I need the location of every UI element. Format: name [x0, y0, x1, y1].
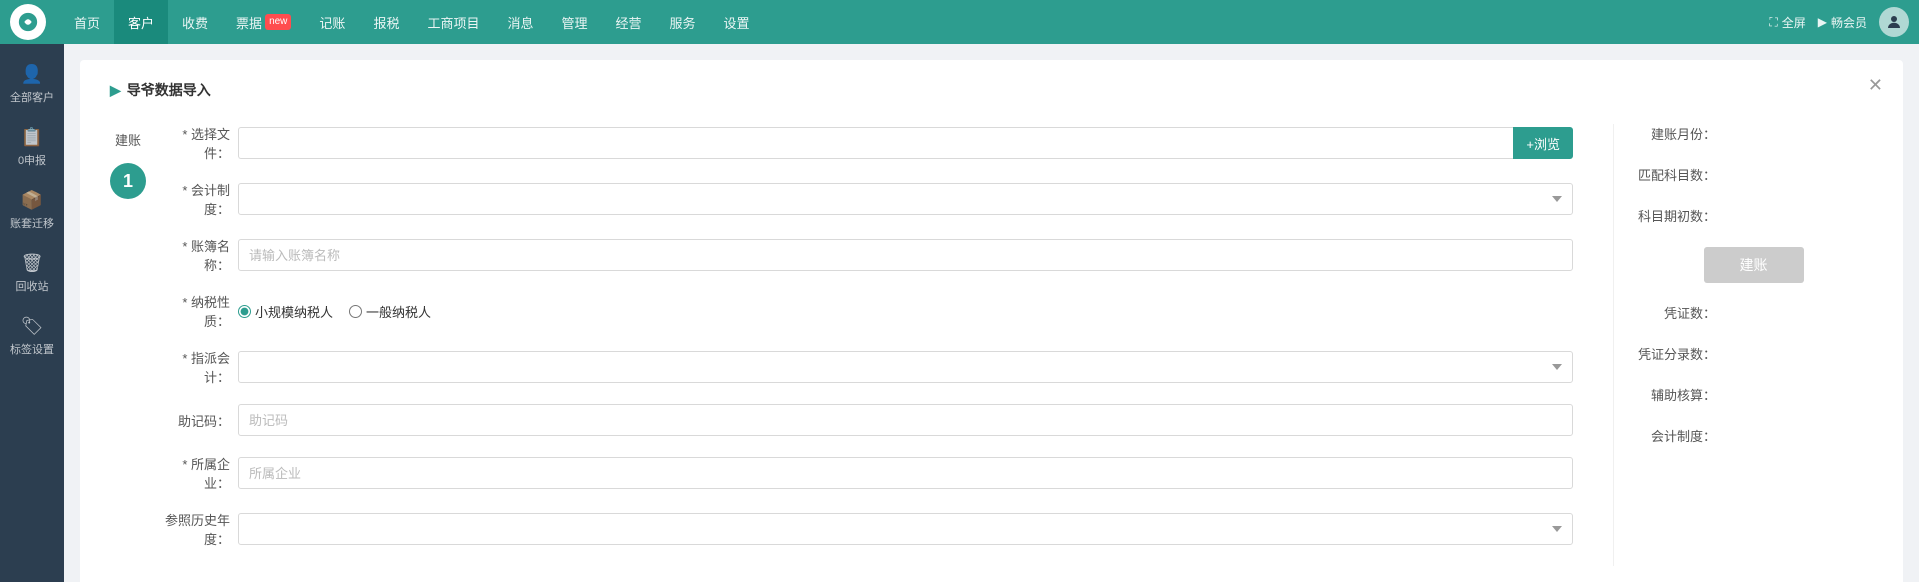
voucher-record-label: 凭证分录数：	[1634, 344, 1724, 363]
vip-btn[interactable]: ▶ 畅会员	[1818, 14, 1867, 31]
subject-initial-label: 科目期初数：	[1634, 206, 1724, 225]
nav-tax[interactable]: 报税	[359, 0, 413, 44]
sidebar-item-label: 账套迁移	[10, 215, 54, 231]
browse-button[interactable]: +浏览	[1513, 127, 1573, 159]
nav-customer[interactable]: 客户	[114, 0, 168, 44]
ledger-name-label: * 账簿名称：	[158, 236, 238, 274]
content-area: ▶ 导爷数据导入 ✕ 建账 1 * 选择文件：	[64, 44, 1919, 582]
top-nav: 首页 客户 收费 票据 new 记账 报税 工商项目 消息 管理 经营 服务 设…	[0, 0, 1919, 44]
nav-operation[interactable]: 经营	[602, 0, 656, 44]
nav-right: ⛶ 全屏 ▶ 畅会员	[1769, 7, 1909, 37]
match-subject-label: 匹配科目数：	[1634, 165, 1724, 184]
file-input-group: +浏览	[238, 127, 1573, 159]
nav-fee[interactable]: 收费	[168, 0, 222, 44]
user-avatar[interactable]	[1879, 7, 1909, 37]
main-layout: 👤 全部客户 📋 0申报 📦 账套迁移 🗑 回收站 🏷 标签设置 ▶ 导爷数据导…	[0, 44, 1919, 582]
sidebar: 👤 全部客户 📋 0申报 📦 账套迁移 🗑 回收站 🏷 标签设置	[0, 44, 64, 582]
file-label: * 选择文件：	[158, 124, 238, 162]
file-input[interactable]	[238, 127, 1513, 159]
company-input[interactable]	[238, 457, 1573, 489]
right-column: 建账月份： 匹配科目数： 科目期初数： 建账	[1613, 124, 1873, 566]
vip-icon: ▶	[1818, 15, 1827, 29]
nav-service[interactable]: 服务	[656, 0, 710, 44]
card-title: ▶ 导爷数据导入	[110, 80, 1873, 100]
sidebar-item-label: 全部客户	[10, 89, 54, 105]
step-label: 建账	[115, 130, 141, 149]
ledger-name-row: * 账簿名称：	[158, 236, 1573, 274]
build-month-label: 建账月份：	[1634, 124, 1724, 143]
step-circle: 1	[110, 163, 146, 199]
accountant-row: * 指派会计：	[158, 348, 1573, 386]
sidebar-item-label: 0申报	[18, 152, 46, 168]
sidebar-item-recycle[interactable]: 🗑 回收站	[0, 243, 64, 304]
history-year-select[interactable]	[238, 513, 1573, 545]
accountant-select[interactable]	[238, 351, 1573, 383]
tax-general-radio[interactable]: 一般纳税人	[349, 302, 431, 321]
declare-icon: 📋	[21, 127, 43, 148]
build-month-row: 建账月份：	[1634, 124, 1873, 143]
right-accounting-system-row: 会计制度：	[1634, 426, 1873, 445]
form-fields: * 选择文件： +浏览 * 会计制度：	[158, 124, 1573, 566]
logo[interactable]	[10, 4, 46, 40]
accounting-label: * 会计制度：	[158, 180, 238, 218]
sidebar-item-all-clients[interactable]: 👤 全部客户	[0, 54, 64, 115]
voucher-count-row: 凭证数：	[1634, 303, 1873, 322]
nav-items: 首页 客户 收费 票据 new 记账 报税 工商项目 消息 管理 经营 服务 设…	[60, 0, 1769, 44]
tax-type-label: * 纳税性质：	[158, 292, 238, 330]
sidebar-item-tag[interactable]: 🏷 标签设置	[0, 306, 64, 367]
tax-small-label: 小规模纳税人	[255, 302, 333, 321]
history-year-label: 参照历史年度：	[158, 510, 238, 548]
ledger-name-input[interactable]	[238, 239, 1573, 271]
sidebar-item-migrate[interactable]: 📦 账套迁移	[0, 180, 64, 241]
build-account-button[interactable]: 建账	[1704, 247, 1804, 283]
fullscreen-icon: ⛶	[1769, 15, 1777, 30]
recycle-icon: 🗑	[21, 253, 44, 274]
nav-ledger[interactable]: 记账	[305, 0, 359, 44]
close-button[interactable]: ✕	[1868, 76, 1883, 94]
accounting-select[interactable]	[238, 183, 1573, 215]
memo-input[interactable]	[238, 404, 1573, 436]
import-card: ▶ 导爷数据导入 ✕ 建账 1 * 选择文件：	[80, 60, 1903, 582]
aux-accounting-row: 辅助核算：	[1634, 385, 1873, 404]
all-clients-icon: 👤	[21, 64, 43, 85]
company-row: * 所属企业：	[158, 454, 1573, 492]
nav-settings[interactable]: 设置	[710, 0, 764, 44]
tax-small-radio[interactable]: 小规模纳税人	[238, 302, 333, 321]
match-subject-row: 匹配科目数：	[1634, 165, 1873, 184]
accounting-row: * 会计制度：	[158, 180, 1573, 218]
tag-icon: 🏷	[21, 316, 44, 337]
tax-type-row: * 纳税性质： 小规模纳税人 一般纳税人	[158, 292, 1573, 330]
sidebar-item-label: 回收站	[16, 278, 49, 294]
nav-home[interactable]: 首页	[60, 0, 114, 44]
tax-type-group: 小规模纳税人 一般纳税人	[238, 302, 431, 321]
file-row: * 选择文件： +浏览	[158, 124, 1573, 162]
sidebar-item-declare[interactable]: 📋 0申报	[0, 117, 64, 178]
nav-business[interactable]: 工商项目	[413, 0, 493, 44]
invoice-badge: new	[265, 14, 291, 30]
memo-row: 助记码：	[158, 404, 1573, 436]
fullscreen-btn[interactable]: ⛶ 全屏	[1769, 14, 1805, 31]
right-accounting-label: 会计制度：	[1634, 426, 1724, 445]
sidebar-item-label: 标签设置	[10, 341, 54, 357]
nav-invoice[interactable]: 票据 new	[222, 0, 305, 44]
tax-general-label: 一般纳税人	[366, 302, 431, 321]
voucher-record-row: 凭证分录数：	[1634, 344, 1873, 363]
migrate-icon: 📦	[21, 190, 43, 211]
memo-label: 助记码：	[158, 411, 238, 430]
history-year-row: 参照历史年度：	[158, 510, 1573, 548]
nav-message[interactable]: 消息	[493, 0, 547, 44]
company-label: * 所属企业：	[158, 454, 238, 492]
subject-initial-row: 科目期初数：	[1634, 206, 1873, 225]
nav-manage[interactable]: 管理	[547, 0, 601, 44]
form-section: 建账 1 * 选择文件： +浏览	[110, 124, 1873, 566]
aux-accounting-label: 辅助核算：	[1634, 385, 1724, 404]
accountant-label: * 指派会计：	[158, 348, 238, 386]
import-icon: ▶	[110, 82, 121, 99]
voucher-count-label: 凭证数：	[1634, 303, 1724, 322]
